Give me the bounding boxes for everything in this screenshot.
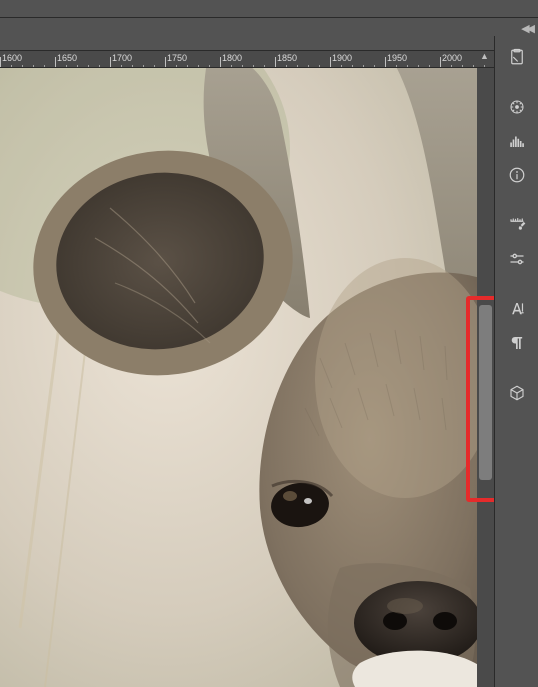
collapse-panels-chevrons[interactable]: ◀◀ [521, 22, 532, 35]
document-header-area [0, 18, 494, 48]
character-icon[interactable] [501, 296, 533, 322]
scroll-up-arrow-icon[interactable]: ▲ [480, 51, 489, 61]
navigator-icon[interactable] [501, 94, 533, 120]
vertical-scrollbar-thumb[interactable] [479, 305, 492, 480]
options-bar-strip [0, 0, 538, 18]
3d-icon[interactable] [501, 380, 533, 406]
document-canvas[interactable] [0, 68, 477, 687]
histogram-icon[interactable] [501, 128, 533, 154]
info-icon[interactable] [501, 162, 533, 188]
horizontal-ruler[interactable]: 160016501700175018001850190019502000 [0, 50, 494, 68]
brushes-icon[interactable] [501, 212, 533, 238]
adjustments-icon[interactable] [501, 246, 533, 272]
history-panel-icon[interactable] [501, 44, 533, 70]
collapsed-panels-dock [494, 36, 538, 687]
paragraph-icon[interactable] [501, 330, 533, 356]
